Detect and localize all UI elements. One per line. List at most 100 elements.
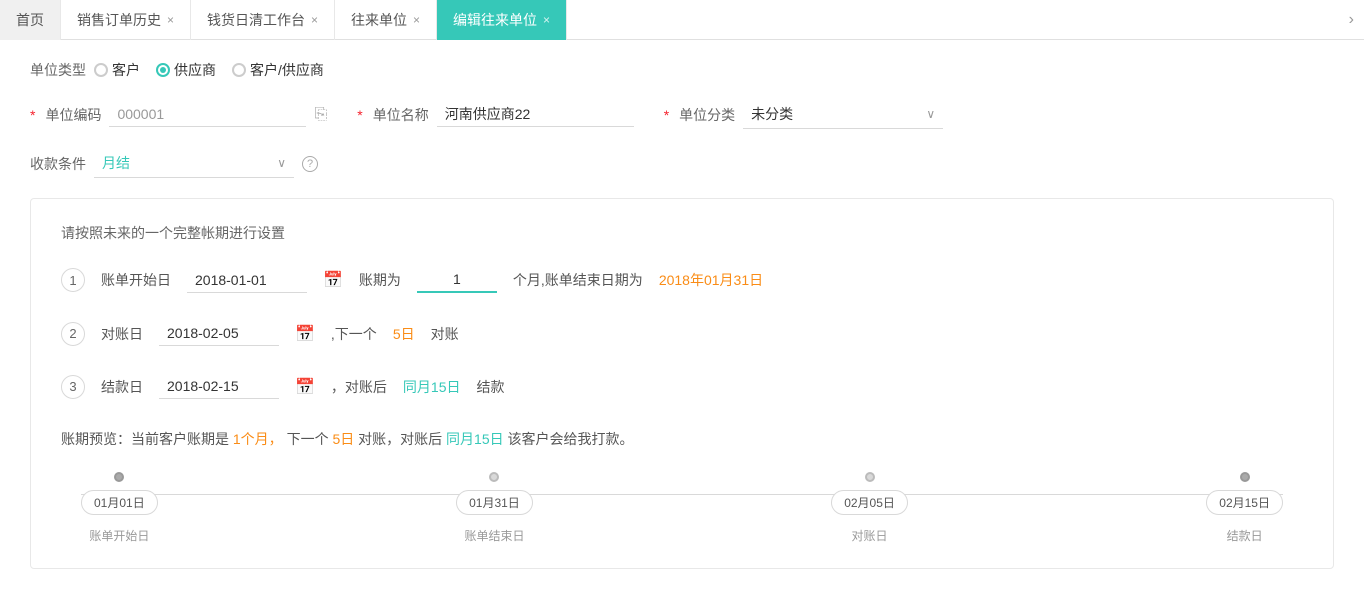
unit-type-group: 单位类型 客户 供应商 客户/供应商 — [30, 60, 324, 80]
payment-terms-row: 收款条件 月结 ∨ ? — [30, 149, 1334, 178]
settle-date-calendar-icon[interactable]: 📅 — [295, 377, 315, 397]
payment-terms-dropdown[interactable]: 月结 ∨ — [94, 149, 294, 178]
unit-category-group: * 单位分类 未分类 ∨ — [664, 100, 943, 129]
start-date-calendar-icon[interactable]: 📅 — [323, 270, 343, 290]
unit-type-label: 单位类型 — [30, 60, 86, 80]
unit-name-input[interactable] — [437, 102, 634, 127]
period-separator: 账期为 — [359, 270, 401, 290]
timeline-badge-2: 01月31日 — [456, 490, 533, 515]
unit-code-group: * 单位编码 ⎘ — [30, 102, 327, 127]
radio-customer[interactable]: 客户 — [94, 60, 140, 80]
tab-cash-work[interactable]: 钱货日清工作台 × — [191, 0, 335, 40]
preview-highlight3: 同月15日 — [446, 431, 504, 447]
tab-partner[interactable]: 往来单位 × — [335, 0, 437, 40]
tab-close-cash-work[interactable]: × — [311, 14, 318, 26]
preview-text2: 对账，对账后 — [358, 431, 442, 447]
preview-label: 账期预览：当前客户账期是 — [61, 431, 229, 447]
reconcile-date-calendar-icon[interactable]: 📅 — [295, 324, 315, 344]
setting-row-3: 3 结款日 📅 ，对账后 同月15日 结款 — [61, 374, 1303, 399]
main-content: 单位类型 客户 供应商 客户/供应商 — [0, 40, 1364, 608]
radio-group-unit-type: 客户 供应商 客户/供应商 — [94, 60, 324, 80]
payment-terms-group: 收款条件 月结 ∨ ? — [30, 149, 318, 178]
timeline-dot-1 — [114, 472, 124, 482]
required-star-name: * — [357, 107, 362, 123]
settle-suffix: 结款 — [477, 377, 505, 397]
payment-terms-arrow: ∨ — [277, 156, 286, 170]
timeline-badge-3: 02月05日 — [831, 490, 908, 515]
timeline-sublabel-4: 结款日 — [1227, 527, 1263, 544]
tab-home[interactable]: 首页 — [0, 0, 61, 40]
start-date-input[interactable] — [187, 268, 307, 293]
radio-circle-customer — [94, 63, 108, 77]
timeline-wrapper: 01月01日 账单开始日 01月31日 账单结束日 02月05日 对账日 02月… — [61, 472, 1303, 544]
required-star-category: * — [664, 107, 669, 123]
reconcile-highlight: 5日 — [393, 324, 415, 344]
timeline-point-3: 02月05日 对账日 — [831, 472, 908, 544]
row-label-settle: 结款日 — [101, 377, 143, 397]
period-unit: 个月,账单结束日期为 — [513, 270, 643, 290]
settle-prefix: ，对账后 — [331, 377, 387, 397]
timeline-sublabel-1: 账单开始日 — [89, 527, 149, 544]
radio-label-customer-supplier: 客户/供应商 — [250, 60, 324, 80]
timeline-badge-4: 02月15日 — [1206, 490, 1283, 515]
timeline-dot-2 — [489, 472, 499, 482]
tab-edit-partner[interactable]: 编辑往来单位 × — [437, 0, 567, 40]
timeline-sublabel-2: 账单结束日 — [464, 527, 524, 544]
end-date-highlight: 2018年01月31日 — [659, 270, 763, 290]
help-icon[interactable]: ? — [302, 156, 318, 172]
row-number-2: 2 — [61, 322, 85, 346]
timeline-dot-3 — [865, 472, 875, 482]
form-section: 单位类型 客户 供应商 客户/供应商 — [30, 60, 1334, 178]
setting-row-2: 2 对账日 📅 ,下一个 5日 对账 — [61, 321, 1303, 346]
settings-panel: 请按照未来的一个完整帐期进行设置 1 账单开始日 📅 账期为 个月,账单结束日期… — [30, 198, 1334, 569]
category-dropdown[interactable]: 未分类 ∨ — [743, 100, 943, 129]
setting-row-1: 1 账单开始日 📅 账期为 个月,账单结束日期为 2018年01月31日 — [61, 267, 1303, 293]
tab-close-sales-history[interactable]: × — [167, 14, 174, 26]
tab-close-edit-partner[interactable]: × — [543, 14, 550, 26]
preview-highlight2: 5日 — [332, 431, 354, 447]
timeline-dot-4 — [1240, 472, 1250, 482]
unit-type-row: 单位类型 客户 供应商 客户/供应商 — [30, 60, 1334, 80]
reconcile-prefix: ,下一个 — [331, 324, 377, 344]
tab-scroll-right[interactable]: › — [1339, 11, 1364, 29]
payment-terms-label: 收款条件 — [30, 154, 86, 174]
row-label-start: 账单开始日 — [101, 270, 171, 290]
radio-label-customer: 客户 — [112, 60, 140, 80]
unit-name-group: * 单位名称 — [357, 102, 633, 127]
settle-highlight: 同月15日 — [403, 377, 461, 397]
row-number-1: 1 — [61, 268, 85, 292]
category-value: 未分类 — [751, 104, 918, 124]
timeline-point-4: 02月15日 结款日 — [1206, 472, 1283, 544]
preview-highlight1: 1个月， — [233, 431, 283, 447]
radio-circle-customer-supplier — [232, 63, 246, 77]
row-number-3: 3 — [61, 375, 85, 399]
preview-text: 账期预览：当前客户账期是 1个月， 下一个 5日 对账，对账后 同月15日 该客… — [61, 427, 1303, 452]
required-star-code: * — [30, 107, 35, 123]
radio-circle-supplier — [156, 63, 170, 77]
preview-text1: 下一个 — [287, 431, 329, 447]
copy-icon[interactable]: ⎘ — [314, 106, 327, 124]
preview-text3: 该客户会给我打款。 — [508, 431, 634, 447]
period-input[interactable] — [417, 267, 497, 293]
timeline-badge-1: 01月01日 — [81, 490, 158, 515]
tab-sales-history[interactable]: 销售订单历史 × — [61, 0, 191, 40]
unit-category-label: 单位分类 — [679, 105, 735, 125]
row-label-reconcile: 对账日 — [101, 324, 143, 344]
panel-hint: 请按照未来的一个完整帐期进行设置 — [61, 223, 1303, 243]
payment-terms-value: 月结 — [102, 153, 269, 173]
tab-bar: 首页 销售订单历史 × 钱货日清工作台 × 往来单位 × 编辑往来单位 × › — [0, 0, 1364, 40]
radio-label-supplier: 供应商 — [174, 60, 216, 80]
radio-supplier[interactable]: 供应商 — [156, 60, 216, 80]
timeline-dots-row: 01月01日 账单开始日 01月31日 账单结束日 02月05日 对账日 02月… — [71, 472, 1293, 544]
category-dropdown-arrow: ∨ — [926, 107, 935, 121]
tab-close-partner[interactable]: × — [413, 14, 420, 26]
unit-code-input[interactable] — [109, 102, 306, 127]
settle-date-input[interactable] — [159, 374, 279, 399]
unit-code-label: 单位编码 — [45, 105, 101, 125]
timeline-point-2: 01月31日 账单结束日 — [456, 472, 533, 544]
reconcile-date-input[interactable] — [159, 321, 279, 346]
code-name-category-row: * 单位编码 ⎘ * 单位名称 * 单位分类 未分类 ∨ — [30, 100, 1334, 129]
timeline-point-1: 01月01日 账单开始日 — [81, 472, 158, 544]
unit-name-label: 单位名称 — [373, 105, 429, 125]
radio-customer-supplier[interactable]: 客户/供应商 — [232, 60, 324, 80]
